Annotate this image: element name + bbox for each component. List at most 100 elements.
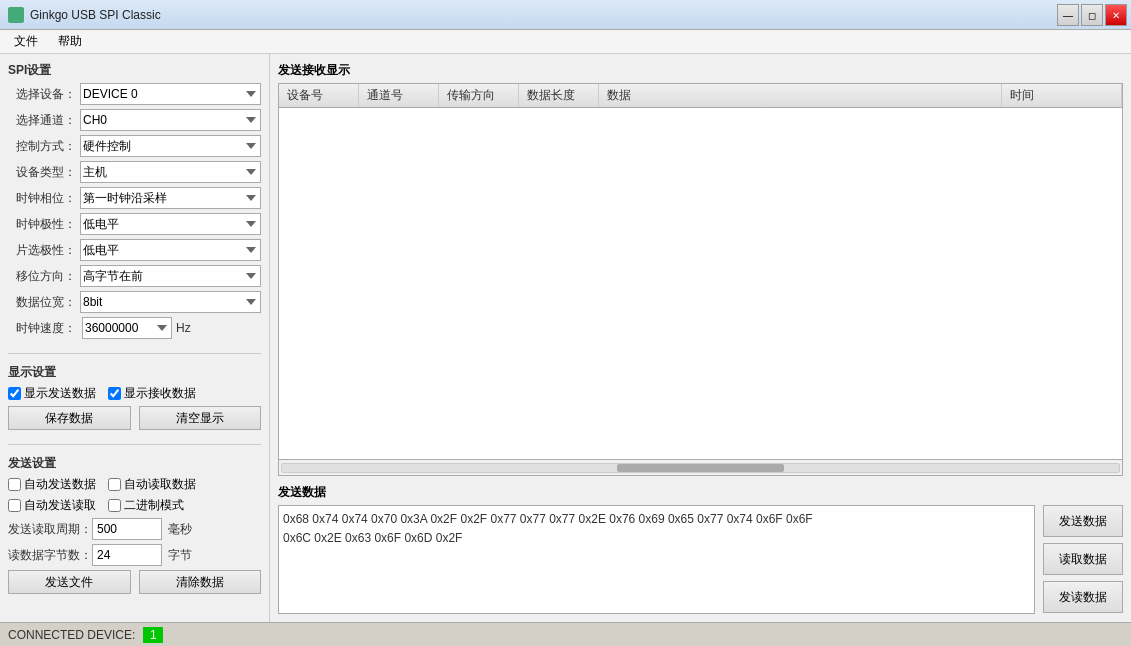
minimize-button[interactable]: —: [1057, 4, 1079, 26]
send-data-content: 0x68 0x74 0x74 0x70 0x3A 0x2F 0x2F 0x77 …: [283, 512, 813, 545]
device-type-row: 设备类型： 主机: [8, 161, 261, 183]
device-label: 选择设备：: [8, 86, 76, 103]
clock-polarity-select[interactable]: 低电平: [80, 213, 261, 235]
title-bar: Ginkgo USB SPI Classic — ◻ ✕: [0, 0, 1131, 30]
cs-polarity-label: 片选极性：: [8, 242, 76, 259]
control-select[interactable]: 硬件控制: [80, 135, 261, 157]
show-send-checkbox-row[interactable]: 显示发送数据: [8, 385, 96, 402]
show-recv-label: 显示接收数据: [124, 385, 196, 402]
auto-read-label: 自动读取数据: [124, 476, 196, 493]
close-button[interactable]: ✕: [1105, 4, 1127, 26]
clock-speed-row: 时钟速度： 36000000 Hz: [8, 317, 261, 339]
send-data-textarea[interactable]: 0x68 0x74 0x74 0x70 0x3A 0x2F 0x2F 0x77 …: [278, 505, 1035, 614]
auto-send-checkbox-row[interactable]: 自动发送数据: [8, 476, 96, 493]
receive-section: 发送接收显示 设备号 通道号 传输方向 数据长度 数据 时间: [278, 62, 1123, 476]
auto-send-checkbox[interactable]: [8, 478, 21, 491]
show-send-label: 显示发送数据: [24, 385, 96, 402]
right-panel: 发送接收显示 设备号 通道号 传输方向 数据长度 数据 时间: [270, 54, 1131, 622]
auto-send-read-checkbox-row[interactable]: 自动发送读取: [8, 497, 96, 514]
menu-file[interactable]: 文件: [4, 31, 48, 52]
data-bits-select[interactable]: 8bit: [80, 291, 261, 313]
table-header: 设备号 通道号 传输方向 数据长度 数据 时间: [279, 84, 1122, 108]
device-type-select[interactable]: 主机: [80, 161, 261, 183]
auto-read-checkbox[interactable]: [108, 478, 121, 491]
col-channel-header: 通道号: [359, 84, 439, 107]
bytes-label: 读数据字节数：: [8, 547, 88, 564]
show-send-checkbox[interactable]: [8, 387, 21, 400]
clock-polarity-label: 时钟极性：: [8, 216, 76, 233]
control-row: 控制方式： 硬件控制: [8, 135, 261, 157]
send-action-buttons: 发送数据 读取数据 发读数据: [1043, 505, 1123, 614]
clear-data-button[interactable]: 清除数据: [139, 570, 262, 594]
connected-device-count: 1: [143, 627, 163, 643]
spi-settings-section: SPI设置 选择设备： DEVICE 0 选择通道： CH0 控制方式： 硬件控…: [8, 62, 261, 343]
receive-title: 发送接收显示: [278, 62, 1123, 79]
period-label: 发送读取周期：: [8, 521, 88, 538]
shift-select[interactable]: 高字节在前: [80, 265, 261, 287]
clock-speed-select[interactable]: 36000000: [82, 317, 172, 339]
cs-polarity-select[interactable]: 低电平: [80, 239, 261, 261]
clock-phase-row: 时钟相位： 第一时钟沿采样: [8, 187, 261, 209]
scrollbar-thumb[interactable]: [617, 464, 784, 472]
auto-read-checkbox-row[interactable]: 自动读取数据: [108, 476, 196, 493]
channel-row: 选择通道： CH0: [8, 109, 261, 131]
col-length-header: 数据长度: [519, 84, 599, 107]
send-read-data-button[interactable]: 发读数据: [1043, 581, 1123, 613]
cs-polarity-row: 片选极性： 低电平: [8, 239, 261, 261]
menu-bar: 文件 帮助: [0, 30, 1131, 54]
send-settings-section: 发送设置 自动发送数据 自动读取数据 自动发送读取 二进制模式: [8, 455, 261, 598]
save-data-button[interactable]: 保存数据: [8, 406, 131, 430]
receive-table: 设备号 通道号 传输方向 数据长度 数据 时间: [278, 83, 1123, 476]
spi-settings-title: SPI设置: [8, 62, 261, 79]
auto-send-read-checkbox[interactable]: [8, 499, 21, 512]
bytes-unit: 字节: [168, 547, 192, 564]
device-select[interactable]: DEVICE 0: [80, 83, 261, 105]
menu-help[interactable]: 帮助: [48, 31, 92, 52]
display-checkboxes: 显示发送数据 显示接收数据: [8, 385, 261, 402]
status-bar: CONNECTED DEVICE: 1: [0, 622, 1131, 646]
send-checkboxes-1: 自动发送数据 自动读取数据: [8, 476, 261, 493]
clock-speed-label: 时钟速度：: [8, 320, 76, 337]
bytes-row: 读数据字节数： 字节: [8, 544, 261, 566]
show-recv-checkbox-row[interactable]: 显示接收数据: [108, 385, 196, 402]
send-file-buttons: 发送文件 清除数据: [8, 570, 261, 594]
binary-mode-checkbox-row[interactable]: 二进制模式: [108, 497, 184, 514]
data-bits-label: 数据位宽：: [8, 294, 76, 311]
left-panel: SPI设置 选择设备： DEVICE 0 选择通道： CH0 控制方式： 硬件控…: [0, 54, 270, 622]
shift-row: 移位方向： 高字节在前: [8, 265, 261, 287]
col-direction-header: 传输方向: [439, 84, 519, 107]
auto-send-label: 自动发送数据: [24, 476, 96, 493]
display-settings-section: 显示设置 显示发送数据 显示接收数据 保存数据 清空显示: [8, 364, 261, 434]
binary-mode-label: 二进制模式: [124, 497, 184, 514]
divider-2: [8, 444, 261, 445]
channel-select[interactable]: CH0: [80, 109, 261, 131]
send-settings-title: 发送设置: [8, 455, 261, 472]
col-data-header: 数据: [599, 84, 1002, 107]
binary-mode-checkbox[interactable]: [108, 499, 121, 512]
send-data-button[interactable]: 发送数据: [1043, 505, 1123, 537]
send-checkboxes-2: 自动发送读取 二进制模式: [8, 497, 261, 514]
table-body: [279, 108, 1122, 459]
divider-1: [8, 353, 261, 354]
show-recv-checkbox[interactable]: [108, 387, 121, 400]
window-title: Ginkgo USB SPI Classic: [30, 8, 161, 22]
read-data-button[interactable]: 读取数据: [1043, 543, 1123, 575]
clock-phase-label: 时钟相位：: [8, 190, 76, 207]
send-data-title: 发送数据: [278, 484, 1123, 501]
shift-label: 移位方向：: [8, 268, 76, 285]
clear-display-button[interactable]: 清空显示: [139, 406, 262, 430]
scrollbar-track[interactable]: [281, 463, 1120, 473]
period-unit: 毫秒: [168, 521, 192, 538]
send-file-button[interactable]: 发送文件: [8, 570, 131, 594]
clock-polarity-row: 时钟极性： 低电平: [8, 213, 261, 235]
period-input[interactable]: [92, 518, 162, 540]
send-data-section: 发送数据 0x68 0x74 0x74 0x70 0x3A 0x2F 0x2F …: [278, 484, 1123, 614]
app-icon: [8, 7, 24, 23]
restore-button[interactable]: ◻: [1081, 4, 1103, 26]
status-label: CONNECTED DEVICE:: [8, 628, 135, 642]
clock-phase-select[interactable]: 第一时钟沿采样: [80, 187, 261, 209]
channel-label: 选择通道：: [8, 112, 76, 129]
display-buttons: 保存数据 清空显示: [8, 406, 261, 430]
bytes-input[interactable]: [92, 544, 162, 566]
horizontal-scrollbar[interactable]: [279, 459, 1122, 475]
